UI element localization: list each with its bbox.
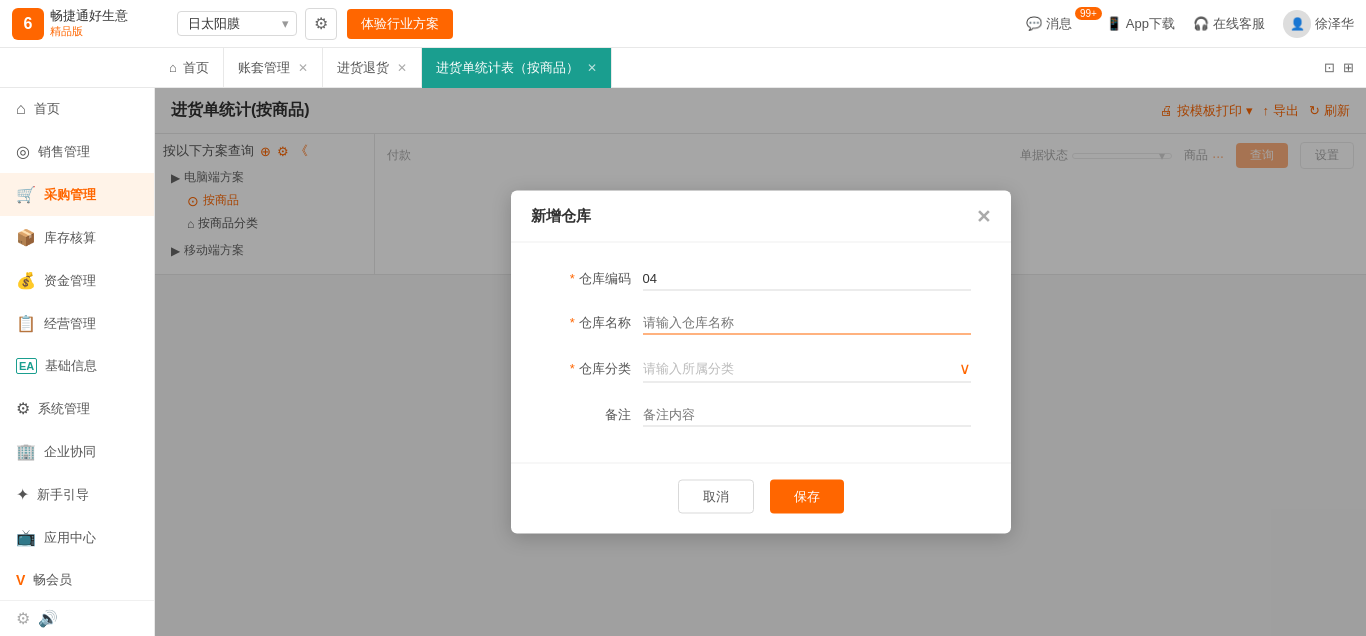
volume-icon[interactable]: 🔊 bbox=[38, 609, 58, 628]
settings-bottom-icon[interactable]: ⚙ bbox=[16, 609, 30, 628]
message-label: 消息 bbox=[1046, 15, 1072, 33]
tab-purchase-stat[interactable]: 进货单统计表（按商品） ✕ bbox=[422, 48, 612, 88]
inventory-icon: 📦 bbox=[16, 228, 36, 247]
sidebar-item-basic[interactable]: EA 基础信息 bbox=[0, 345, 154, 387]
sidebar-item-purchase[interactable]: 🛒 采购管理 bbox=[0, 173, 154, 216]
tab-home[interactable]: ⌂ 首页 bbox=[155, 48, 224, 88]
finance-icon: 💰 bbox=[16, 271, 36, 290]
sidebar-item-enterprise[interactable]: 🏢 企业协同 bbox=[0, 430, 154, 473]
online-service-label: 在线客服 bbox=[1213, 15, 1265, 33]
logo-sub: 精品版 bbox=[50, 24, 128, 39]
category-placeholder: 请输入所属分类 bbox=[643, 359, 734, 377]
logo-text-block: 畅捷通好生意 精品版 bbox=[50, 8, 128, 40]
dialog-body: 仓库编码 仓库名称 仓库分类 请输入所属分类 ∨ bbox=[511, 243, 1011, 463]
cancel-button[interactable]: 取消 bbox=[678, 480, 754, 514]
apps-icon: 📺 bbox=[16, 528, 36, 547]
logo-icon: 6 bbox=[12, 8, 44, 40]
save-button[interactable]: 保存 bbox=[770, 480, 844, 514]
sales-icon: ◎ bbox=[16, 142, 30, 161]
gear-icon: ⚙ bbox=[314, 14, 328, 33]
message-badge: 99+ bbox=[1075, 7, 1102, 20]
category-select[interactable]: 请输入所属分类 ∨ bbox=[643, 355, 971, 383]
main-layout: ⌂ 首页 ◎ 销售管理 🛒 采购管理 📦 库存核算 💰 资金管理 📋 经营管理 … bbox=[0, 88, 1366, 636]
tab-expand-icon[interactable]: ⊞ bbox=[1343, 60, 1354, 75]
name-label: 仓库名称 bbox=[551, 314, 631, 332]
sidebar-item-home[interactable]: ⌂ 首页 bbox=[0, 88, 154, 130]
tab-close-purchase-stat[interactable]: ✕ bbox=[587, 61, 597, 75]
logo-area: 6 畅捷通好生意 精品版 bbox=[12, 8, 167, 40]
form-row-remark: 备注 bbox=[551, 403, 971, 427]
system-icon: ⚙ bbox=[16, 399, 30, 418]
vip-icon: V bbox=[16, 572, 25, 588]
name-input[interactable] bbox=[643, 311, 971, 335]
tab-close-account[interactable]: ✕ bbox=[298, 61, 308, 75]
logo-name: 畅捷通好生意 bbox=[50, 8, 128, 25]
form-row-category: 仓库分类 请输入所属分类 ∨ bbox=[551, 355, 971, 383]
header-right: 💬 消息 99+ 📱 App下载 🎧 在线客服 👤 徐泽华 bbox=[1026, 10, 1354, 38]
app-download-item[interactable]: 📱 App下载 bbox=[1106, 15, 1175, 33]
dialog-header: 新增仓库 ✕ bbox=[511, 191, 1011, 243]
basic-icon: EA bbox=[16, 358, 37, 374]
gear-button[interactable]: ⚙ bbox=[305, 8, 337, 40]
remark-label: 备注 bbox=[551, 406, 631, 424]
app-icon: 📱 bbox=[1106, 16, 1122, 31]
tab-purchase-return[interactable]: 进货退货 ✕ bbox=[323, 48, 422, 88]
tab-restore-icon[interactable]: ⊡ bbox=[1324, 60, 1335, 75]
enterprise-icon: 🏢 bbox=[16, 442, 36, 461]
search-select[interactable]: 日太阳膜 bbox=[177, 11, 297, 36]
sidebar-item-inventory[interactable]: 📦 库存核算 bbox=[0, 216, 154, 259]
guide-icon: ✦ bbox=[16, 485, 29, 504]
operation-icon: 📋 bbox=[16, 314, 36, 333]
sidebar-item-system[interactable]: ⚙ 系统管理 bbox=[0, 387, 154, 430]
remark-input[interactable] bbox=[643, 403, 971, 427]
headphone-icon: 🎧 bbox=[1193, 16, 1209, 31]
dialog-footer: 取消 保存 bbox=[511, 463, 1011, 534]
app-download-label: App下载 bbox=[1126, 15, 1175, 33]
content-area: 进货单统计(按商品) 🖨 按模板打印 ▾ ↑ 导出 ↻ 刷新 bbox=[155, 88, 1366, 636]
sidebar-item-sales[interactable]: ◎ 销售管理 bbox=[0, 130, 154, 173]
tab-end-icons: ⊡ ⊞ bbox=[1324, 60, 1366, 75]
trial-button[interactable]: 体验行业方案 bbox=[347, 9, 453, 39]
message-item[interactable]: 💬 消息 99+ bbox=[1026, 15, 1088, 33]
sidebar-item-finance[interactable]: 💰 资金管理 bbox=[0, 259, 154, 302]
code-label: 仓库编码 bbox=[551, 270, 631, 288]
sidebar-item-apps[interactable]: 📺 应用中心 bbox=[0, 516, 154, 559]
dialog-close-button[interactable]: ✕ bbox=[976, 207, 991, 225]
message-icon: 💬 bbox=[1026, 16, 1042, 31]
purchase-icon: 🛒 bbox=[16, 185, 36, 204]
home-icon: ⌂ bbox=[169, 60, 177, 75]
category-select-arrow: ∨ bbox=[959, 359, 971, 378]
username: 徐泽华 bbox=[1315, 15, 1354, 33]
sidebar-item-guide[interactable]: ✦ 新手引导 bbox=[0, 473, 154, 516]
form-row-name: 仓库名称 bbox=[551, 311, 971, 335]
sidebar-item-vip[interactable]: V 畅会员 bbox=[0, 559, 154, 601]
new-warehouse-dialog: 新增仓库 ✕ 仓库编码 仓库名称 仓库分类 请输入所属分类 bbox=[511, 191, 1011, 534]
tab-bar: ⌂ 首页 账套管理 ✕ 进货退货 ✕ 进货单统计表（按商品） ✕ ⊡ ⊞ bbox=[0, 48, 1366, 88]
tab-account[interactable]: 账套管理 ✕ bbox=[224, 48, 323, 88]
tab-close-purchase-return[interactable]: ✕ bbox=[397, 61, 407, 75]
home-sidebar-icon: ⌂ bbox=[16, 100, 26, 118]
sidebar-item-operation[interactable]: 📋 经营管理 bbox=[0, 302, 154, 345]
online-service-item[interactable]: 🎧 在线客服 bbox=[1193, 15, 1265, 33]
avatar: 👤 bbox=[1283, 10, 1311, 38]
search-area: 日太阳膜 bbox=[177, 11, 297, 36]
form-row-code: 仓库编码 bbox=[551, 267, 971, 291]
category-label: 仓库分类 bbox=[551, 360, 631, 378]
sidebar-bottom: ⚙ 🔊 bbox=[0, 600, 154, 636]
dialog-title: 新增仓库 bbox=[531, 207, 591, 226]
top-header: 6 畅捷通好生意 精品版 日太阳膜 ⚙ 体验行业方案 💬 消息 99+ 📱 Ap… bbox=[0, 0, 1366, 48]
code-input[interactable] bbox=[643, 267, 971, 291]
user-area[interactable]: 👤 徐泽华 bbox=[1283, 10, 1354, 38]
sidebar: ⌂ 首页 ◎ 销售管理 🛒 采购管理 📦 库存核算 💰 资金管理 📋 经营管理 … bbox=[0, 88, 155, 636]
